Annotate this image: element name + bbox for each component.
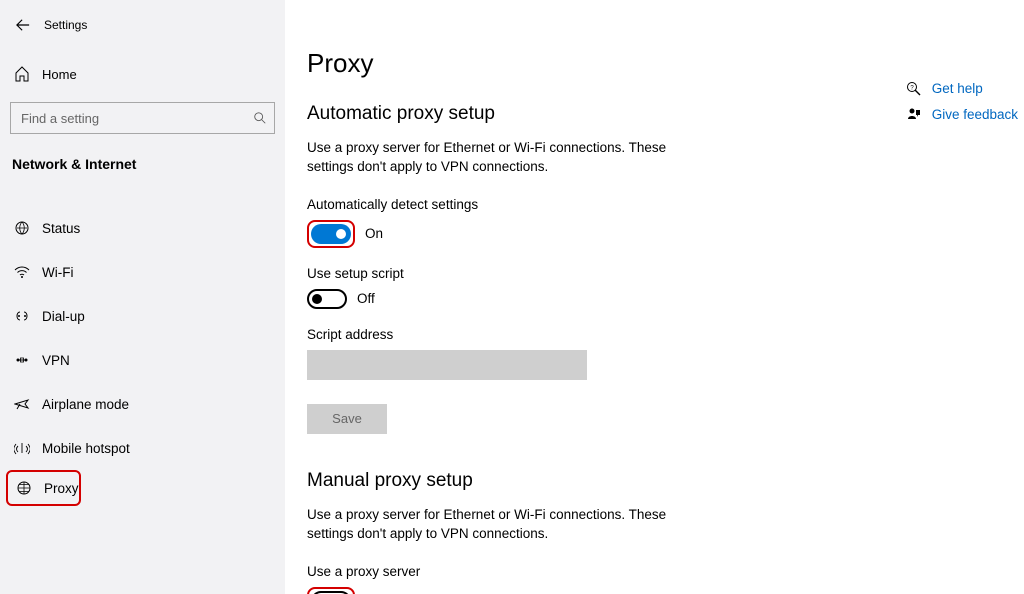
give-feedback-link[interactable]: Give feedback xyxy=(906,106,1018,122)
sidebar-item-status[interactable]: Status xyxy=(0,206,285,250)
back-arrow-icon xyxy=(16,18,30,32)
auto-section-desc: Use a proxy server for Ethernet or Wi-Fi… xyxy=(307,139,687,177)
sidebar-item-hotspot[interactable]: Mobile hotspot xyxy=(0,426,285,470)
script-address-input[interactable] xyxy=(307,350,587,380)
use-proxy-label: Use a proxy server xyxy=(307,564,1024,579)
manual-section-title: Manual proxy setup xyxy=(307,470,1024,492)
back-button[interactable] xyxy=(8,10,38,40)
get-help-label: Get help xyxy=(932,81,983,96)
sidebar-item-vpn[interactable]: VPN xyxy=(0,338,285,382)
sidebar-item-airplane[interactable]: Airplane mode xyxy=(0,382,285,426)
dialup-icon xyxy=(14,308,30,324)
give-feedback-label: Give feedback xyxy=(932,107,1018,122)
nav-list: Status Wi-Fi Dial-up VPN Airplane mode M… xyxy=(0,206,285,506)
save-button[interactable]: Save xyxy=(307,404,387,434)
help-icon: ? xyxy=(906,80,922,96)
use-proxy-toggle[interactable] xyxy=(307,587,355,594)
feedback-icon xyxy=(906,106,922,122)
vpn-icon xyxy=(14,352,30,368)
sidebar-item-label: Wi-Fi xyxy=(42,265,73,280)
main-content: Proxy Automatic proxy setup Use a proxy … xyxy=(285,0,1024,594)
auto-detect-label: Automatically detect settings xyxy=(307,197,1024,212)
sidebar-item-label: Status xyxy=(42,221,80,236)
setup-script-label: Use setup script xyxy=(307,266,1024,281)
sidebar-item-dialup[interactable]: Dial-up xyxy=(0,294,285,338)
svg-text:?: ? xyxy=(910,86,914,92)
wifi-icon xyxy=(14,264,30,280)
sidebar-item-label: Dial-up xyxy=(42,309,85,324)
script-address-label: Script address xyxy=(307,327,1024,342)
search-field-wrap xyxy=(10,102,275,134)
app-title: Settings xyxy=(44,18,87,32)
hotspot-icon xyxy=(14,440,30,456)
setup-script-state: Off xyxy=(357,291,375,306)
section-head: Network & Internet xyxy=(0,148,285,180)
search-input[interactable] xyxy=(10,102,275,134)
titlebar: Settings xyxy=(0,8,285,52)
auto-detect-toggle-row: On xyxy=(307,220,1024,248)
sidebar-item-label: Mobile hotspot xyxy=(42,441,130,456)
airplane-icon xyxy=(14,396,30,412)
sidebar-item-label: Airplane mode xyxy=(42,397,129,412)
sidebar-item-wifi[interactable]: Wi-Fi xyxy=(0,250,285,294)
proxy-icon xyxy=(16,480,32,496)
setup-script-toggle[interactable] xyxy=(307,289,347,309)
sidebar-home[interactable]: Home xyxy=(0,52,285,96)
status-icon xyxy=(14,220,30,236)
home-label: Home xyxy=(42,67,77,82)
use-proxy-toggle-row: Off xyxy=(307,587,1024,594)
get-help-link[interactable]: ? Get help xyxy=(906,80,1018,96)
home-icon xyxy=(14,66,30,82)
page-title: Proxy xyxy=(307,48,1024,79)
setup-script-toggle-row: Off xyxy=(307,289,1024,309)
manual-section-desc: Use a proxy server for Ethernet or Wi-Fi… xyxy=(307,506,687,544)
auto-detect-toggle[interactable] xyxy=(307,220,355,248)
sidebar-item-label: VPN xyxy=(42,353,70,368)
sidebar: Settings Home Network & Internet Status … xyxy=(0,0,285,594)
search-icon xyxy=(253,111,267,125)
help-panel: ? Get help Give feedback xyxy=(906,80,1018,122)
auto-detect-state: On xyxy=(365,226,383,241)
sidebar-item-proxy[interactable]: Proxy xyxy=(6,470,81,506)
sidebar-item-label: Proxy xyxy=(44,481,79,496)
